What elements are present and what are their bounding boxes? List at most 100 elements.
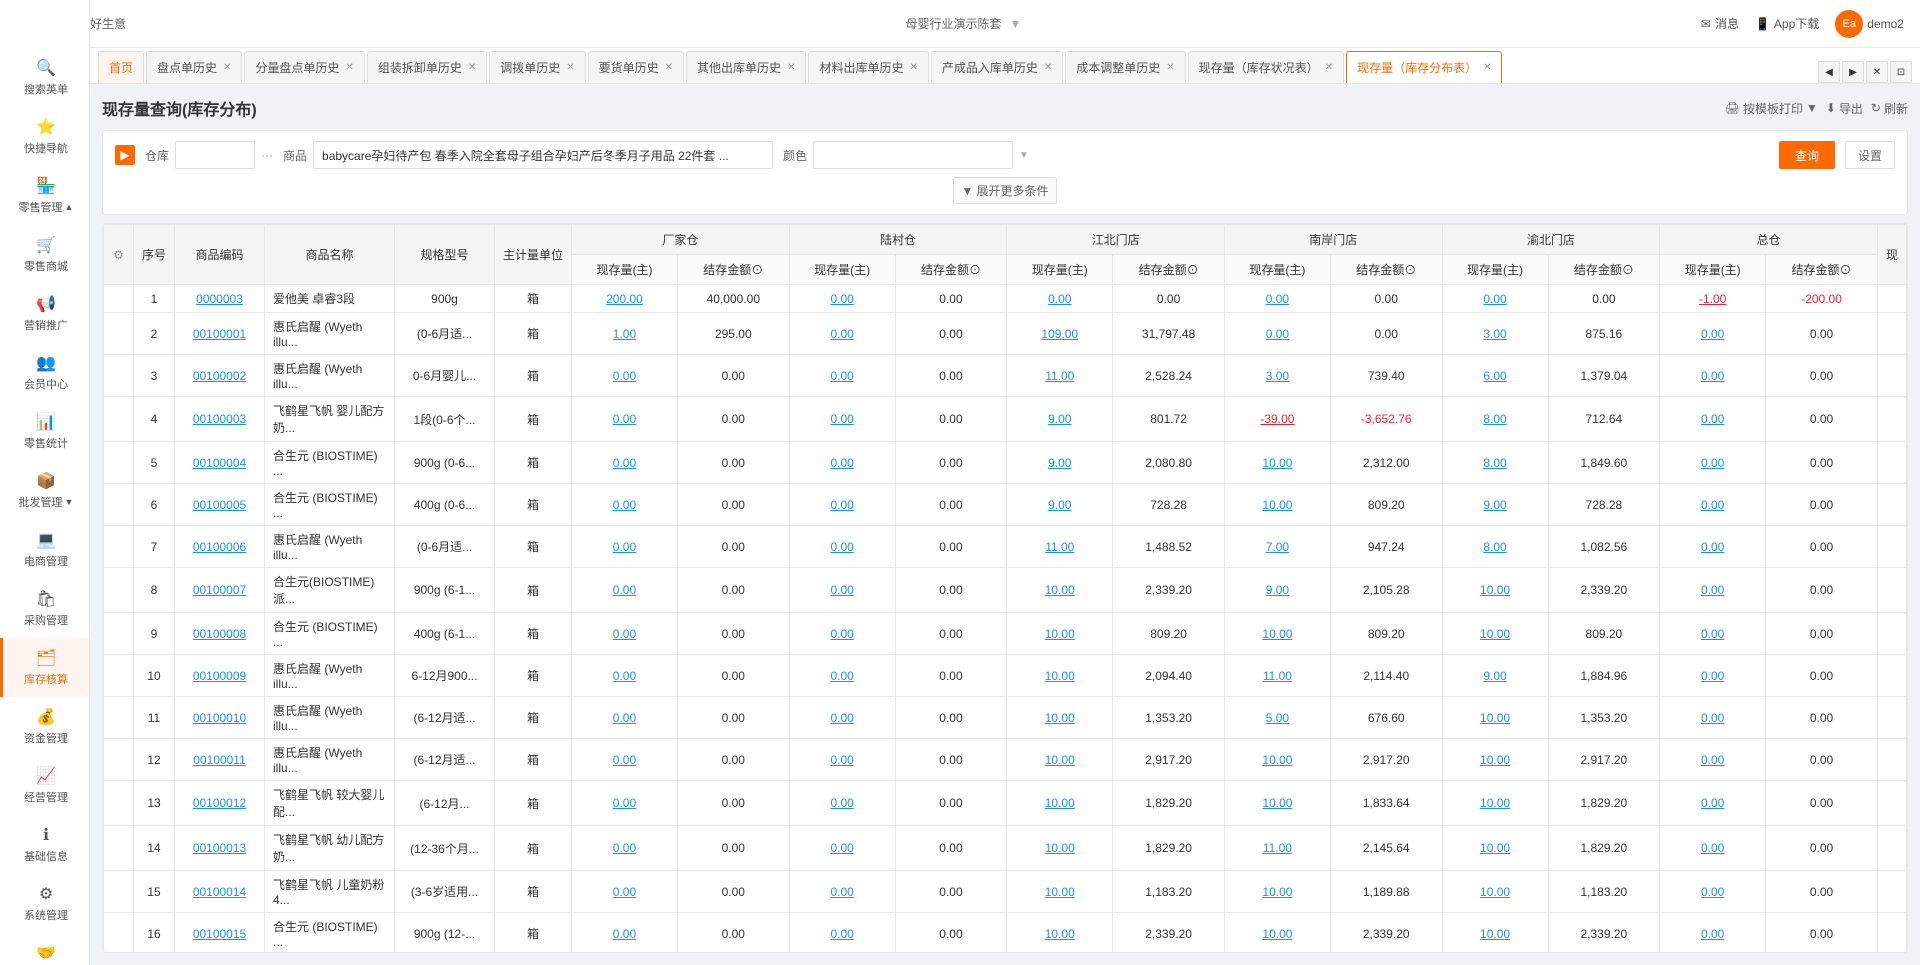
cell-code[interactable]: 00100008 — [175, 613, 265, 655]
cell-luzhen-stock[interactable]: 0.00 — [789, 826, 895, 871]
cell-code[interactable]: 00100007 — [175, 568, 265, 613]
cell-factory-stock[interactable]: 0.00 — [572, 871, 678, 913]
cell-total-stock[interactable]: 0.00 — [1660, 613, 1766, 655]
cell-factory-stock[interactable]: 0.00 — [572, 355, 678, 397]
cell-nanan-stock[interactable]: 0.00 — [1224, 313, 1330, 355]
cell-jiangbei-stock[interactable]: 10.00 — [1007, 781, 1113, 826]
settings-icon[interactable]: ⚙ — [113, 248, 124, 262]
tab-other-out[interactable]: 其他出库单历史 ✕ — [686, 51, 806, 83]
tab-close-all-btn[interactable]: ✕ — [1866, 61, 1888, 83]
cell-jiangbei-stock[interactable]: 10.00 — [1007, 739, 1113, 781]
sidebar-item-system[interactable]: ⚙ 系统管理 — [0, 874, 89, 933]
sidebar-item-wholesale[interactable]: 📦 批发管理▼ — [0, 461, 89, 520]
tab-stock-status[interactable]: 现存量（库存状况表） ✕ — [1188, 51, 1344, 83]
cell-yuzhong-stock[interactable]: 0.00 — [1442, 285, 1548, 313]
cell-nanan-stock[interactable]: 11.00 — [1224, 826, 1330, 871]
table-wrapper[interactable]: ⚙ 序号 商品编码 商品名称 规格型号 主计量单位 厂家仓 陆村仓 江北门店 南… — [103, 224, 1907, 952]
tab-stock-dist[interactable]: 现存量（库存分布表） ✕ — [1346, 51, 1502, 83]
cell-jiangbei-stock[interactable]: 10.00 — [1007, 568, 1113, 613]
cell-factory-stock[interactable]: 0.00 — [572, 697, 678, 739]
cell-luzhen-stock[interactable]: 0.00 — [789, 313, 895, 355]
cell-nanan-stock[interactable]: 10.00 — [1224, 913, 1330, 953]
cell-jiangbei-stock[interactable]: 10.00 — [1007, 871, 1113, 913]
cell-factory-stock[interactable]: 0.00 — [572, 781, 678, 826]
cell-nanan-stock[interactable]: 0.00 — [1224, 285, 1330, 313]
cell-yuzhong-stock[interactable]: 8.00 — [1442, 442, 1548, 484]
color-dropdown-icon[interactable]: ▼ — [1019, 150, 1029, 161]
cell-code[interactable]: 00100003 — [175, 397, 265, 442]
cell-code[interactable]: 00100012 — [175, 781, 265, 826]
cell-nanan-stock[interactable]: 9.00 — [1224, 568, 1330, 613]
cell-luzhen-stock[interactable]: 0.00 — [789, 739, 895, 781]
cell-total-stock[interactable]: 0.00 — [1660, 526, 1766, 568]
cell-luzhen-stock[interactable]: 0.00 — [789, 913, 895, 953]
sidebar-item-purchase[interactable]: 🛍 采购管理 — [0, 579, 89, 638]
tab-next-btn[interactable]: ▶ — [1842, 61, 1864, 83]
refresh-btn[interactable]: ↻ 刷新 — [1871, 100, 1908, 117]
cell-factory-stock[interactable]: 0.00 — [572, 739, 678, 781]
close-icon[interactable]: ✕ — [468, 62, 476, 73]
cell-yuzhong-stock[interactable]: 9.00 — [1442, 484, 1548, 526]
cell-factory-stock[interactable]: 0.00 — [572, 484, 678, 526]
cell-luzhen-stock[interactable]: 0.00 — [789, 526, 895, 568]
close-icon[interactable]: ✕ — [345, 62, 353, 73]
cell-nanan-stock[interactable]: 10.00 — [1224, 739, 1330, 781]
filter-expand-icon-btn[interactable]: ▶ — [115, 145, 135, 165]
tab-transfer[interactable]: 调拨单历史 ✕ — [489, 51, 585, 83]
cell-total-stock[interactable]: 0.00 — [1660, 913, 1766, 953]
cell-luzhen-stock[interactable]: 0.00 — [789, 484, 895, 526]
cell-luzhen-stock[interactable]: 0.00 — [789, 285, 895, 313]
cell-factory-stock[interactable]: 0.00 — [572, 826, 678, 871]
cell-total-stock[interactable]: 0.00 — [1660, 442, 1766, 484]
close-icon[interactable]: ✕ — [1483, 62, 1491, 73]
cell-total-stock[interactable]: 0.00 — [1660, 781, 1766, 826]
cell-code[interactable]: 00100014 — [175, 871, 265, 913]
cell-factory-stock[interactable]: 0.00 — [572, 442, 678, 484]
sidebar-item-retail-stats[interactable]: 📊 零售统计 — [0, 402, 89, 461]
settings-btn[interactable]: 设置 — [1845, 141, 1895, 169]
close-icon[interactable]: ✕ — [1166, 62, 1174, 73]
cell-code[interactable]: 00100009 — [175, 655, 265, 697]
tab-order[interactable]: 要货单历史 ✕ — [588, 51, 684, 83]
cell-nanan-stock[interactable]: 11.00 — [1224, 655, 1330, 697]
cell-jiangbei-stock[interactable]: 9.00 — [1007, 397, 1113, 442]
cell-total-stock[interactable]: 0.00 — [1660, 397, 1766, 442]
cell-code[interactable]: 00100001 — [175, 313, 265, 355]
cell-nanan-stock[interactable]: 10.00 — [1224, 442, 1330, 484]
color-input[interactable] — [813, 141, 1013, 169]
sidebar-item-nav[interactable]: ⭐ 快捷导航 — [0, 107, 89, 166]
message-btn[interactable]: ✉ 消息 — [1701, 15, 1739, 32]
app-download-btn[interactable]: 📱 App下载 — [1755, 15, 1819, 32]
cell-factory-stock[interactable]: 0.00 — [572, 655, 678, 697]
cell-luzhen-stock[interactable]: 0.00 — [789, 568, 895, 613]
print-btn[interactable]: 🖨 按模板打印 ▼ — [1725, 100, 1818, 117]
cell-nanan-stock[interactable]: -39.00 — [1224, 397, 1330, 442]
tab-assembly[interactable]: 组装拆卸单历史 ✕ — [367, 51, 487, 83]
cell-yuzhong-stock[interactable]: 3.00 — [1442, 313, 1548, 355]
cell-yuzhong-stock[interactable]: 10.00 — [1442, 568, 1548, 613]
cell-luzhen-stock[interactable]: 0.00 — [789, 397, 895, 442]
close-icon[interactable]: ✕ — [787, 62, 795, 73]
close-icon[interactable]: ✕ — [665, 62, 673, 73]
cell-code[interactable]: 00100006 — [175, 526, 265, 568]
tab-portion[interactable]: 分量盘点单历史 ✕ — [244, 51, 364, 83]
cell-code[interactable]: 00100013 — [175, 826, 265, 871]
close-icon[interactable]: ✕ — [1325, 62, 1333, 73]
sidebar-item-mall[interactable]: 🛒 零售商城 — [0, 225, 89, 284]
close-icon[interactable]: ✕ — [909, 62, 917, 73]
tab-expand-btn[interactable]: ⊡ — [1890, 61, 1912, 83]
tab-cost-adjust[interactable]: 成本调整单历史 ✕ — [1065, 51, 1185, 83]
cell-jiangbei-stock[interactable]: 9.00 — [1007, 442, 1113, 484]
sidebar-item-retail-mgmt[interactable]: 🏪 零售管理▲ — [0, 166, 89, 225]
cell-luzhen-stock[interactable]: 0.00 — [789, 697, 895, 739]
tab-product-in[interactable]: 产成品入库单历史 ✕ — [931, 51, 1063, 83]
sidebar-item-marketing[interactable]: 📢 营销推广 — [0, 284, 89, 343]
industry-dropdown-icon[interactable]: ▼ — [1010, 17, 1022, 31]
cell-total-stock[interactable]: -1.00 — [1660, 285, 1766, 313]
cell-factory-stock[interactable]: 0.00 — [572, 526, 678, 568]
cell-total-stock[interactable]: 0.00 — [1660, 655, 1766, 697]
cell-code[interactable]: 00100010 — [175, 697, 265, 739]
warehouse-dots[interactable]: ··· — [261, 148, 273, 162]
cell-yuzhong-stock[interactable]: 10.00 — [1442, 739, 1548, 781]
cell-jiangbei-stock[interactable]: 11.00 — [1007, 355, 1113, 397]
